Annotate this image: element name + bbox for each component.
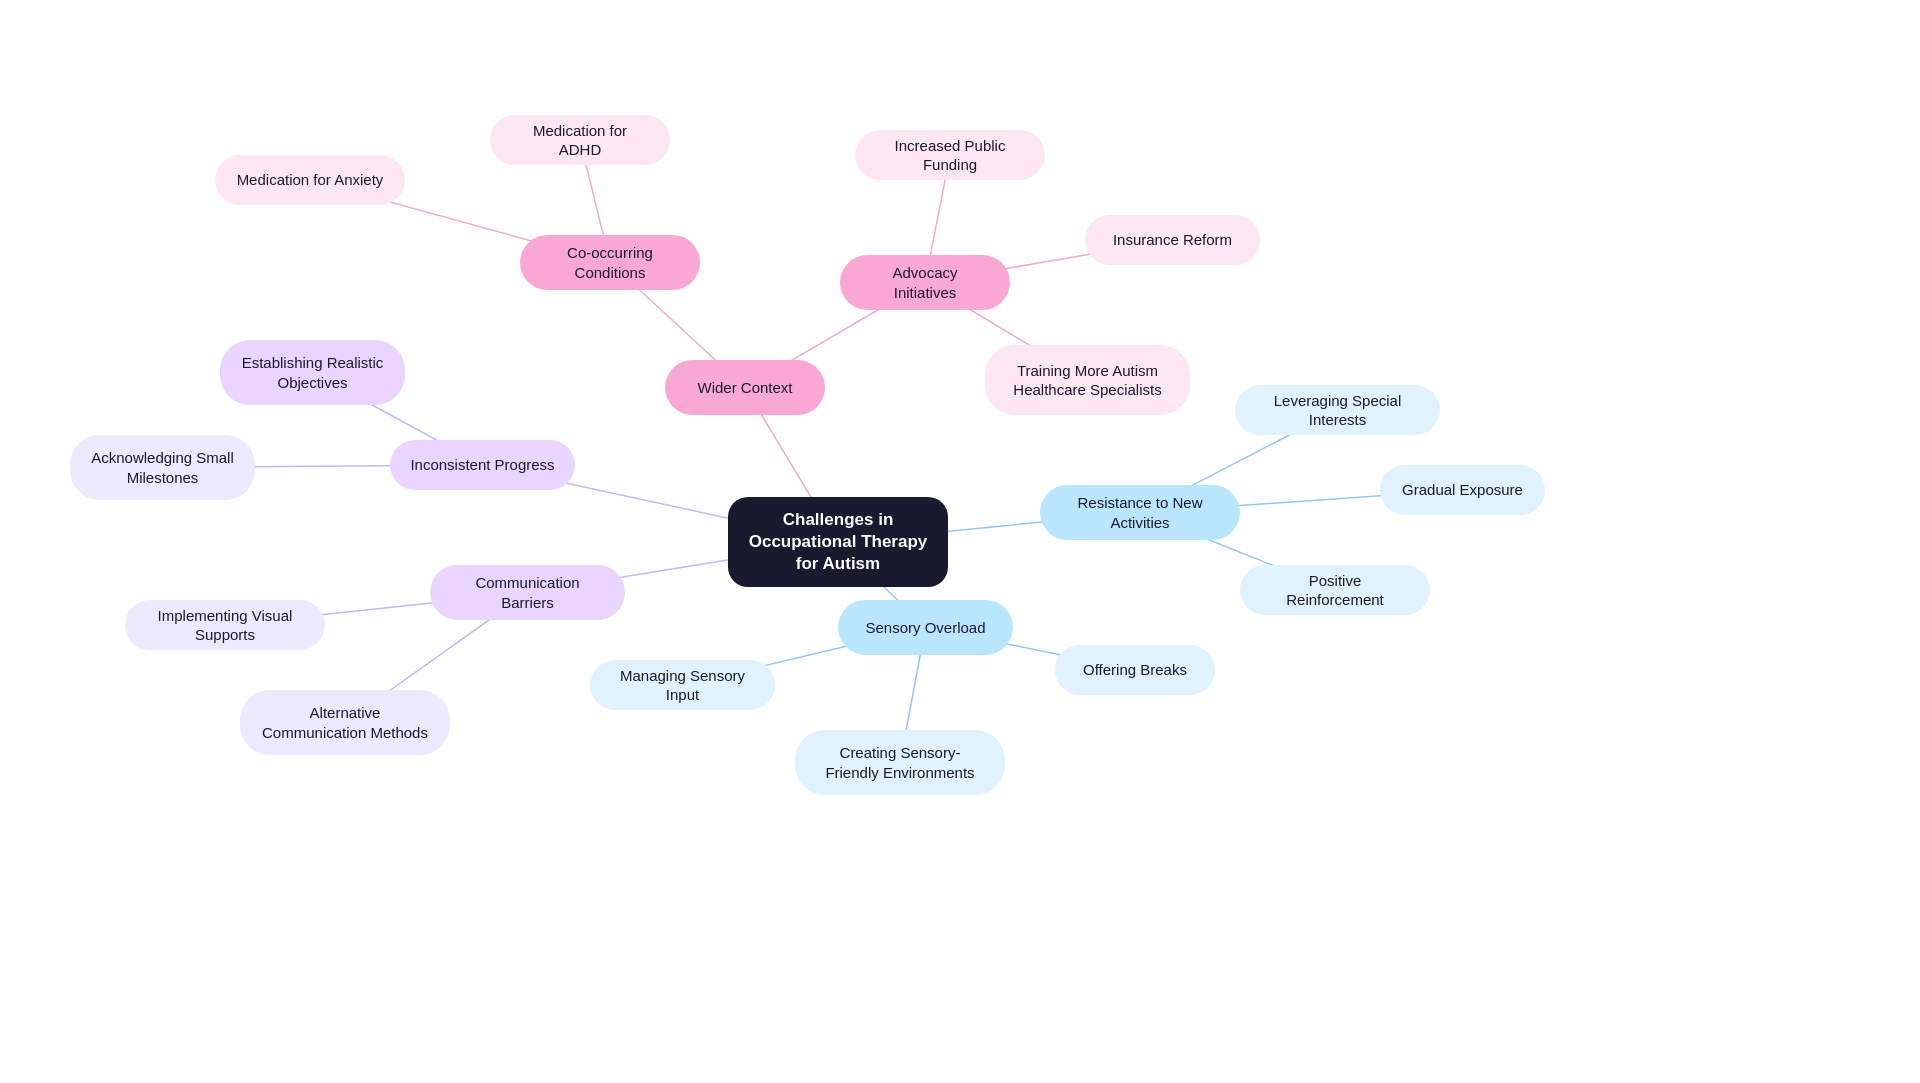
gradual-exposure-node[interactable]: Gradual Exposure xyxy=(1380,465,1545,515)
training-node[interactable]: Training More Autism Healthcare Speciali… xyxy=(985,345,1190,415)
inconsistent-progress-node[interactable]: Inconsistent Progress xyxy=(390,440,575,490)
co-occurring-node[interactable]: Co-occurring Conditions xyxy=(520,235,700,290)
medication-anxiety-node[interactable]: Medication for Anxiety xyxy=(215,155,405,205)
leveraging-node[interactable]: Leveraging Special Interests xyxy=(1235,385,1440,435)
advocacy-node[interactable]: Advocacy Initiatives xyxy=(840,255,1010,310)
communication-barriers-node[interactable]: Communication Barriers xyxy=(430,565,625,620)
sensory-overload-node[interactable]: Sensory Overload xyxy=(838,600,1013,655)
resistance-node[interactable]: Resistance to New Activities xyxy=(1040,485,1240,540)
creating-sensory-node[interactable]: Creating Sensory-Friendly Environments xyxy=(795,730,1005,795)
public-funding-node[interactable]: Increased Public Funding xyxy=(855,130,1045,180)
establishing-node[interactable]: Establishing Realistic Objectives xyxy=(220,340,405,405)
alternative-comm-node[interactable]: Alternative Communication Methods xyxy=(240,690,450,755)
implementing-visual-node[interactable]: Implementing Visual Supports xyxy=(125,600,325,650)
offering-breaks-node[interactable]: Offering Breaks xyxy=(1055,645,1215,695)
center-node[interactable]: Challenges in Occupational Therapy for A… xyxy=(728,497,948,587)
positive-reinforcement-node[interactable]: Positive Reinforcement xyxy=(1240,565,1430,615)
mindmap-container: Challenges in Occupational Therapy for A… xyxy=(0,0,1920,1083)
insurance-node[interactable]: Insurance Reform xyxy=(1085,215,1260,265)
acknowledging-node[interactable]: Acknowledging Small Milestones xyxy=(70,435,255,500)
managing-sensory-node[interactable]: Managing Sensory Input xyxy=(590,660,775,710)
medication-adhd-node[interactable]: Medication for ADHD xyxy=(490,115,670,165)
wider-context-node[interactable]: Wider Context xyxy=(665,360,825,415)
